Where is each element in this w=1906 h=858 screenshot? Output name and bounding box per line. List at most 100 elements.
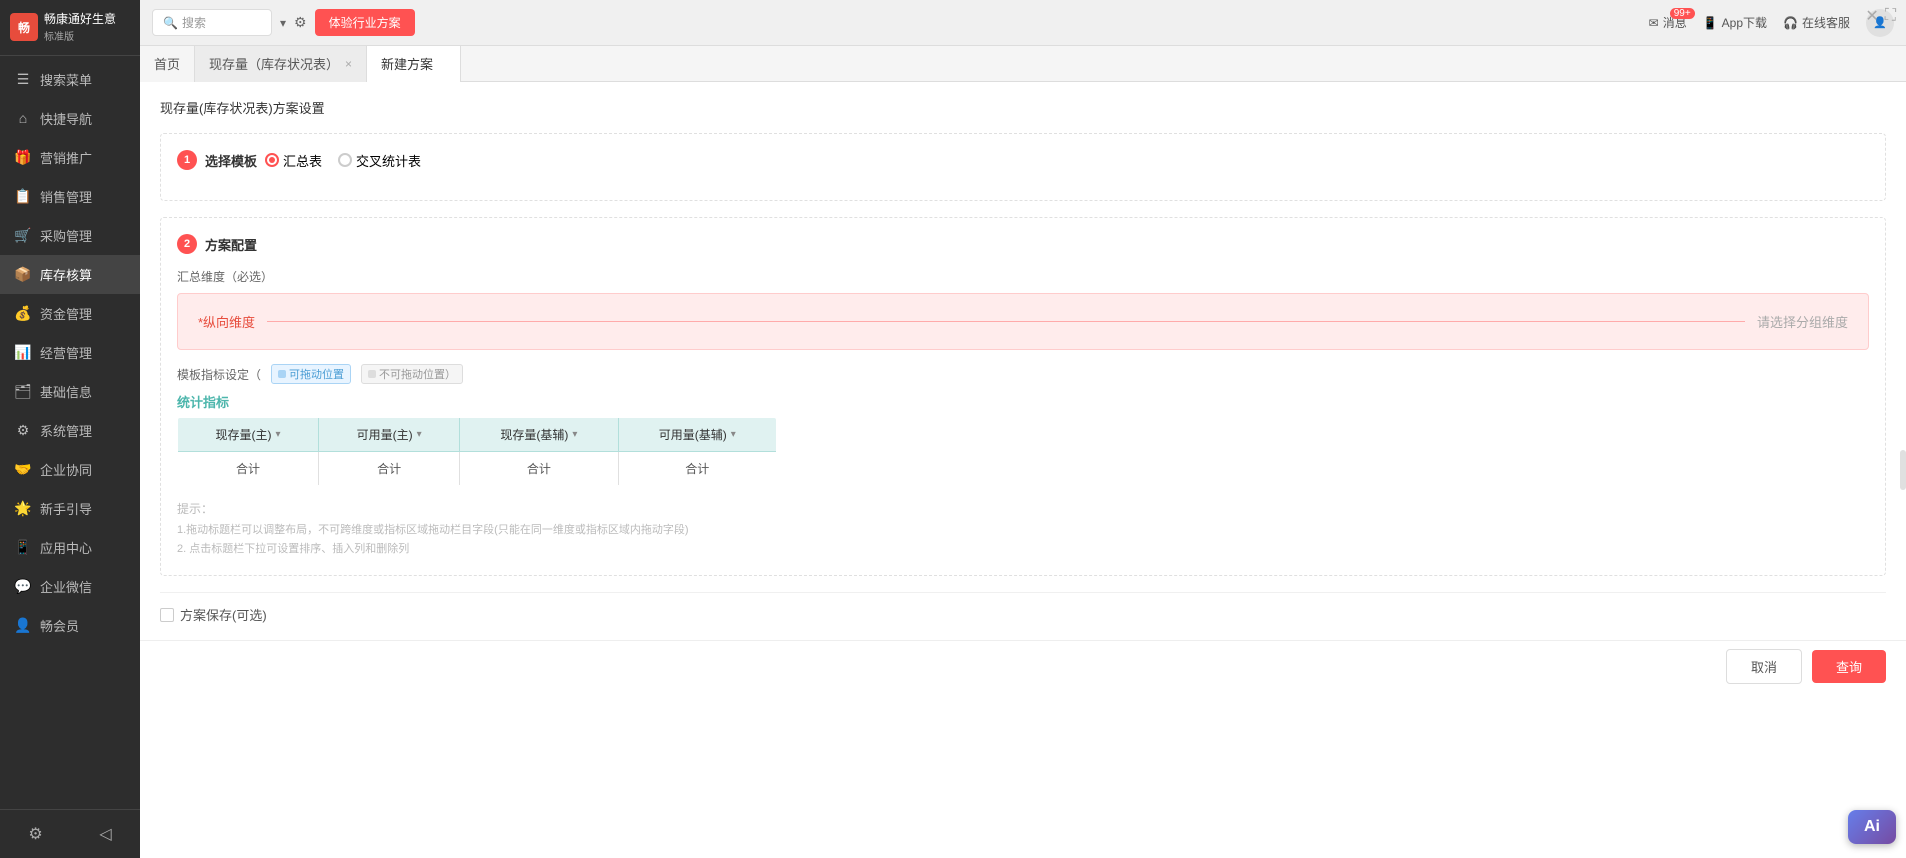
save-checkbox[interactable]	[160, 608, 174, 622]
page-title: 现存量(库存状况表)方案设置	[160, 98, 1886, 117]
sidebar-item-search-menu[interactable]: ☰ 搜索菜单	[0, 60, 140, 99]
sidebar-item-inventory[interactable]: 📦 库存核算	[0, 255, 140, 294]
tab-inventory-close[interactable]: ×	[345, 57, 352, 71]
radio-cross-dot	[338, 153, 352, 167]
col-header-2[interactable]: 可用量(主) ▾	[319, 418, 460, 452]
sidebar-icon-sales: 📋	[14, 188, 32, 205]
sidebar-icon-inventory: 📦	[14, 266, 32, 283]
not-draggable-dot	[368, 370, 376, 378]
sidebar-label-app-center: 应用中心	[40, 538, 92, 557]
radio-summary-label: 汇总表	[283, 151, 322, 170]
col2-sub: 合计	[319, 452, 460, 486]
sidebar-icon-purchase: 🛒	[14, 227, 32, 244]
cancel-button[interactable]: 取消	[1726, 649, 1802, 684]
sidebar-item-newbie[interactable]: 🌟新手引导	[0, 489, 140, 528]
sidebar-icon-company: 🤝	[14, 461, 32, 478]
sidebar-item-finance[interactable]: 💰资金管理	[0, 294, 140, 333]
sidebar-item-company[interactable]: 🤝 企业协同	[0, 450, 140, 489]
sidebar-item-marketing[interactable]: 🎁 营销推广	[0, 138, 140, 177]
col-header-3[interactable]: 现存量(基辅) ▾	[460, 418, 618, 452]
logo-sub: 标准版	[44, 28, 116, 43]
template-radio-group: 汇总表 交叉统计表	[265, 151, 421, 170]
sidebar-icon-basic-info: 🗂	[14, 383, 32, 400]
sidebar-item-operation[interactable]: 📊 经营管理	[0, 333, 140, 372]
col2-dropdown[interactable]: 可用量(主) ▾	[357, 426, 422, 443]
tab-home[interactable]: 首页	[140, 46, 195, 82]
section1-title: 选择模板	[205, 151, 257, 170]
stats-section-title: 统计指标	[177, 392, 1869, 411]
section1-header: 1 选择模板 汇总表 交叉统计表	[177, 150, 1869, 170]
sidebar-label-basic-info: 基础信息	[40, 382, 92, 401]
sidebar-label-purchase: 采购管理	[40, 226, 92, 245]
sidebar-item-quick-nav[interactable]: ⌂快捷导航	[0, 99, 140, 138]
radio-summary[interactable]: 汇总表	[265, 151, 322, 170]
topbar-search[interactable]: 🔍 搜索	[152, 9, 272, 36]
sidebar-item-purchase[interactable]: 🛒 采购管理	[0, 216, 140, 255]
dim-placeholder-text: 请选择分组维度	[1757, 312, 1848, 331]
topbar-dropdown-icon[interactable]: ▾	[280, 16, 286, 30]
footer-bar: 取消 查询	[140, 640, 1906, 692]
tab-home-label: 首页	[154, 54, 180, 73]
messages-btn[interactable]: ✉ 消息 99+	[1649, 14, 1687, 31]
col1-label: 现存量(主)	[216, 426, 272, 443]
expand-panel-icon[interactable]: ⛶	[1885, 7, 1896, 25]
sidebar-item-system[interactable]: ⚙系统管理	[0, 411, 140, 450]
sidebar-label-inventory: 库存核算	[40, 265, 92, 284]
sidebar-item-app-center[interactable]: 📱 应用中心	[0, 528, 140, 567]
sidebar-icon-marketing: 🎁	[14, 149, 32, 166]
sidebar-label-search-menu: 搜索菜单	[40, 70, 92, 89]
sidebar-item-member[interactable]: 👤畅会员	[0, 606, 140, 645]
tips-item-2: 2. 点击标题栏下拉可设置排序、插入列和删除列	[177, 540, 1869, 556]
logo-icon: 畅	[10, 13, 38, 41]
main-content: 现存量(库存状况表)方案设置 1 选择模板 汇总表 交叉统计表	[140, 82, 1906, 858]
col-header-1[interactable]: 现存量(主) ▾	[178, 418, 319, 452]
sidebar-icon-search-menu: ☰	[14, 71, 32, 88]
sidebar-nav: ☰ 搜索菜单 ⌂快捷导航 🎁 营销推广 📋销售管理 🛒 采购管理 📦 库存核算 💰资金管理 📊 经营管理…	[0, 56, 140, 809]
search-placeholder-text: 搜索	[182, 14, 206, 31]
sidebar-bottom: ⚙ ◁	[0, 809, 140, 858]
section2-title: 方案配置	[205, 235, 257, 254]
sidebar-label-wechat: 企业微信	[40, 577, 92, 596]
tabs-bar: 首页 现存量（库存状况表） × 新建方案 × ✕ ⛶	[140, 46, 1906, 82]
radio-cross-label: 交叉统计表	[356, 151, 421, 170]
sidebar-icon-member: 👤	[14, 617, 32, 634]
sidebar-icon-app-center: 📱	[14, 539, 32, 556]
trial-btn[interactable]: 体验行业方案	[315, 9, 415, 36]
tab-new-scheme-close[interactable]: ×	[439, 57, 446, 71]
col1-dropdown[interactable]: 现存量(主) ▾	[216, 426, 281, 443]
online-service-btn[interactable]: 🎧 在线客服	[1783, 14, 1850, 31]
ai-button[interactable]: Ai	[1848, 810, 1896, 844]
sidebar-item-sales[interactable]: 📋销售管理	[0, 177, 140, 216]
tab-new-scheme[interactable]: 新建方案 ×	[367, 46, 461, 82]
sidebar-label-operation: 经营管理	[40, 343, 92, 362]
tab-new-scheme-label: 新建方案	[381, 54, 433, 73]
draggable-dot	[278, 370, 286, 378]
message-icon: ✉	[1649, 16, 1659, 30]
col-header-4[interactable]: 可用量(基辅) ▾	[618, 418, 776, 452]
main-area: 🔍 搜索 ▾ ⚙ 体验行业方案 ✉ 消息 99+ 📱 App下载 🎧 在线客服 …	[140, 0, 1906, 858]
vertical-dim-label: *纵向维度	[198, 312, 255, 331]
save-option: 方案保存(可选)	[160, 592, 1886, 624]
app-download-btn[interactable]: 📱 App下载	[1703, 14, 1767, 31]
tab-inventory-status[interactable]: 现存量（库存状况表） ×	[195, 46, 367, 82]
section2-header: 2 方案配置	[177, 234, 1869, 254]
radio-cross[interactable]: 交叉统计表	[338, 151, 421, 170]
sidebar-icon-operation: 📊	[14, 344, 32, 361]
tips-item-1: 1.拖动标题栏可以调整布局，不可跨维度或指标区域拖动栏目字段(只能在同一维度或指…	[177, 521, 1869, 537]
vertical-dimension-selector[interactable]: *纵向维度 请选择分组维度	[177, 293, 1869, 350]
sidebar-item-wechat[interactable]: 💬企业微信	[0, 567, 140, 606]
query-button[interactable]: 查询	[1812, 650, 1886, 683]
topbar-gear-icon[interactable]: ⚙	[294, 14, 307, 31]
sidebar-label-company: 企业协同	[40, 460, 92, 479]
col3-dropdown[interactable]: 现存量(基辅) ▾	[500, 426, 577, 443]
col4-dropdown[interactable]: 可用量(基辅) ▾	[659, 426, 736, 443]
sidebar-item-basic-info[interactable]: 🗂 基础信息	[0, 372, 140, 411]
resize-handle[interactable]	[1900, 450, 1906, 490]
sound-icon[interactable]: ◁	[93, 818, 117, 850]
metrics-config-label: 模板指标设定（ 可拖动位置 不可拖动位置）	[177, 364, 1869, 384]
sidebar-label-marketing: 营销推广	[40, 148, 92, 167]
close-panel-icon[interactable]: ✕	[1865, 6, 1878, 26]
headset-icon: 🎧	[1783, 16, 1798, 30]
app-download-label: App下载	[1722, 14, 1767, 31]
settings-icon[interactable]: ⚙	[22, 818, 48, 850]
